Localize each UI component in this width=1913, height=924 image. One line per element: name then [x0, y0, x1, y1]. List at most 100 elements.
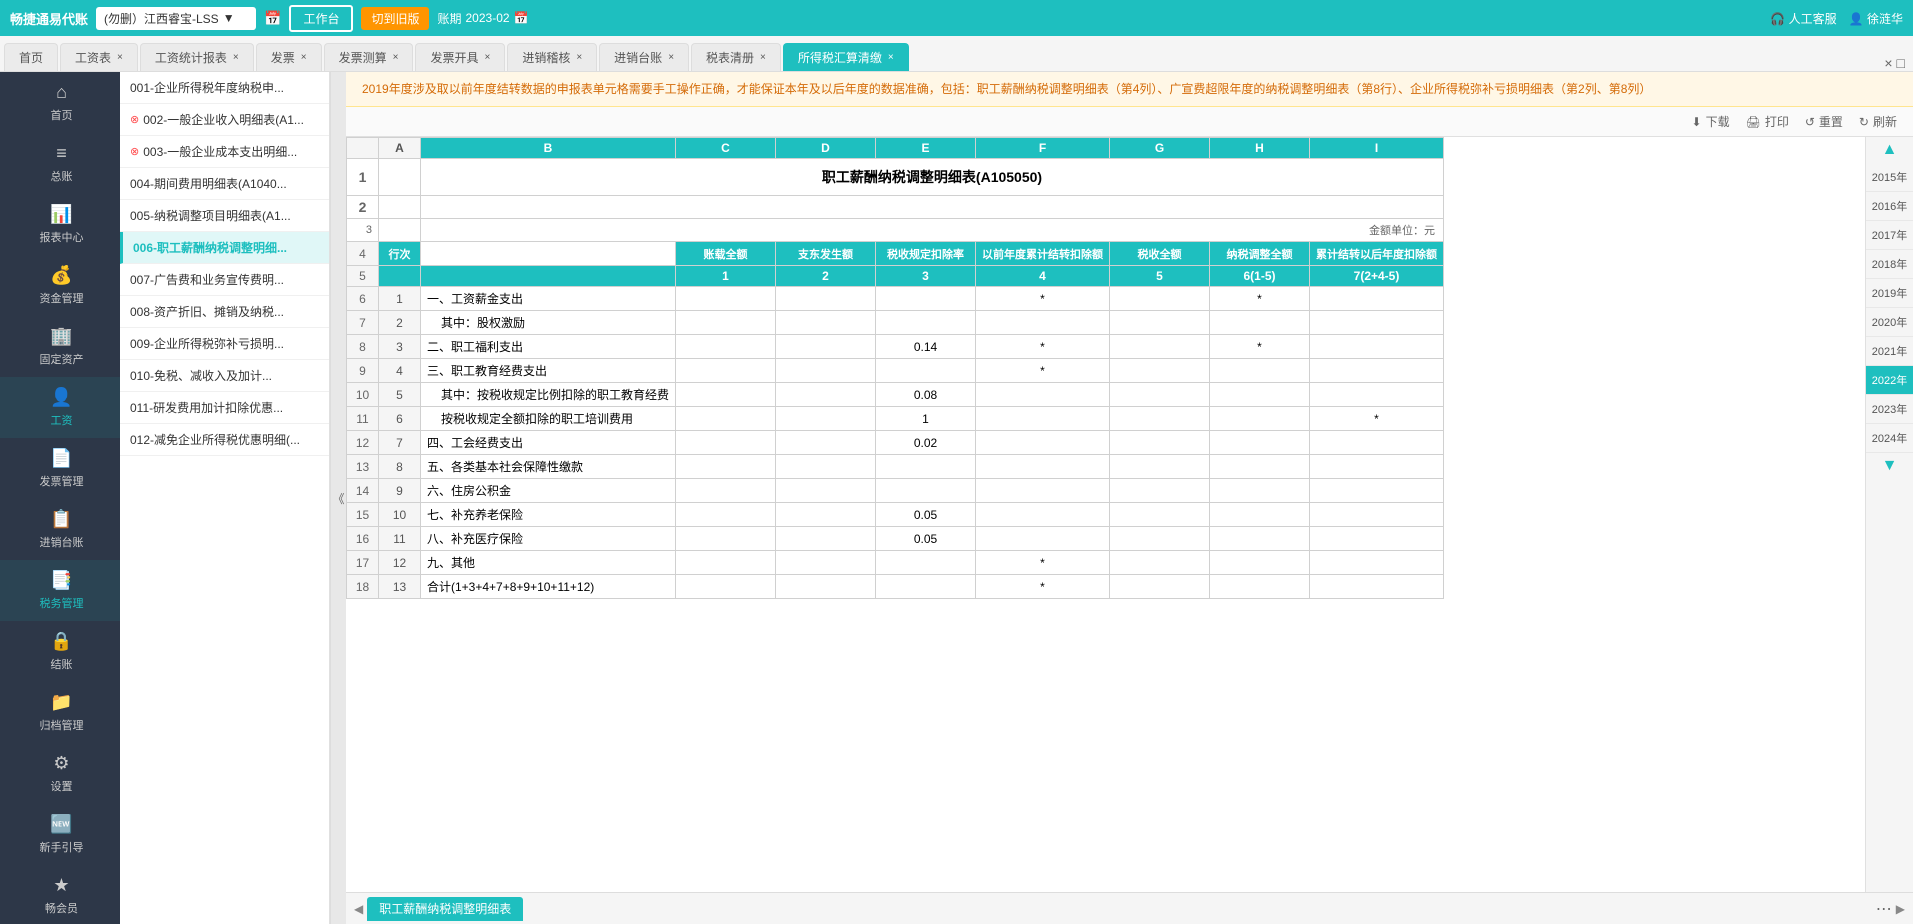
table-row: 18 13 合计(1+3+4+7+8+9+10+11+12) *: [347, 575, 1444, 599]
col-header-2: 支东发生额: [776, 242, 876, 266]
year-2021[interactable]: 2021年: [1866, 337, 1913, 366]
year-nav-up[interactable]: ▲: [1866, 137, 1913, 163]
close-icon[interactable]: ×: [301, 52, 307, 63]
year-2022[interactable]: 2022年: [1866, 366, 1913, 395]
form-list-item-002[interactable]: ⊗ 002-一般企业收入明细表(A1...: [120, 104, 329, 136]
print-button[interactable]: 🖨 打印: [1746, 113, 1789, 130]
sub-header-1: 1: [676, 266, 776, 287]
panel-collapse-button[interactable]: 《: [330, 72, 346, 924]
scroll-left-icon[interactable]: ◀: [354, 902, 363, 916]
home-icon: ⌂: [56, 82, 67, 103]
year-2023[interactable]: 2023年: [1866, 395, 1913, 424]
tab-expand-button[interactable]: □: [1897, 55, 1905, 71]
tab-home[interactable]: 首页: [4, 43, 58, 71]
sidebar-item-ledger[interactable]: ≡ 总账: [0, 133, 120, 194]
sidebar-item-closing[interactable]: 🔒 结账: [0, 621, 120, 682]
scroll-right-icon[interactable]: ▶: [1896, 902, 1905, 916]
company-selector[interactable]: (勿删）江西睿宝-LSS ▼: [96, 7, 256, 30]
download-button[interactable]: ⬇ 下载: [1692, 113, 1730, 130]
form-list-item-010[interactable]: 010-免税、减收入及加计...: [120, 360, 329, 392]
sidebar-item-member[interactable]: ★ 畅会员: [0, 865, 120, 924]
close-icon[interactable]: ×: [576, 52, 582, 63]
chevron-down-icon: ▼: [223, 11, 235, 25]
sidebar-item-asset-mgmt[interactable]: 💰 资金管理: [0, 255, 120, 316]
col-header-3: 税收规定扣除率: [876, 242, 976, 266]
close-icon[interactable]: ×: [668, 52, 674, 63]
reset-button[interactable]: ↺ 重置: [1805, 113, 1843, 130]
form-list-item-009[interactable]: 009-企业所得税弥补亏损明...: [120, 328, 329, 360]
form-list-item-012[interactable]: 012-减免企业所得税优惠明细(...: [120, 424, 329, 456]
bottom-tab-menu[interactable]: ⋯: [1876, 899, 1892, 919]
tab-close-button[interactable]: ×: [1884, 55, 1892, 71]
sidebar-item-invoice[interactable]: 📄 发票管理: [0, 438, 120, 499]
tab-invoice-open[interactable]: 发票开具 ×: [415, 43, 505, 71]
back-to-old-button[interactable]: 切到旧版: [361, 7, 429, 30]
form-list-item-008[interactable]: 008-资产折旧、摊销及纳税...: [120, 296, 329, 328]
close-icon[interactable]: ×: [233, 52, 239, 63]
sidebar-item-fixed-asset[interactable]: 🏢 固定资产: [0, 316, 120, 377]
year-nav-down[interactable]: ▼: [1866, 453, 1913, 479]
form-list-item-004[interactable]: 004-期间费用明细表(A1040...: [120, 168, 329, 200]
tab-sales-ledger[interactable]: 进销台账 ×: [599, 43, 689, 71]
tab-payroll-stats[interactable]: 工资统计报表 ×: [140, 43, 254, 71]
form-list-item-011[interactable]: 011-研发费用加计扣除优惠...: [120, 392, 329, 424]
form-list-item-001[interactable]: 001-企业所得税年度纳税申...: [120, 72, 329, 104]
sub-header-2: 2: [776, 266, 876, 287]
sidebar-item-settings[interactable]: ⚙ 设置: [0, 743, 120, 804]
sidebar-item-tax[interactable]: 📑 税务管理: [0, 560, 120, 621]
form-list-item-007[interactable]: 007-广告费和业务宣传费明...: [120, 264, 329, 296]
tab-payroll[interactable]: 工资表 ×: [60, 43, 138, 71]
workspace-button[interactable]: 工作台: [289, 5, 353, 32]
year-2020[interactable]: 2020年: [1866, 308, 1913, 337]
row-num-5: 5: [347, 266, 379, 287]
sidebar-item-report[interactable]: 📊 报表中心: [0, 194, 120, 255]
form-list-item-005[interactable]: 005-纳税调整项目明细表(A1...: [120, 200, 329, 232]
tab-tax-list[interactable]: 税表清册 ×: [691, 43, 781, 71]
form-list-item-003[interactable]: ⊗ 003-一般企业成本支出明细...: [120, 136, 329, 168]
gear-icon: ⚙: [53, 753, 69, 774]
form-list-item-006[interactable]: 006-职工薪酬纳税调整明细...: [120, 232, 329, 264]
person-icon: 👤: [50, 387, 72, 408]
error-icon: ⊗: [130, 113, 139, 126]
sub-header-5: 5: [1110, 266, 1210, 287]
year-2017[interactable]: 2017年: [1866, 221, 1913, 250]
tab-invoice-calc[interactable]: 发票测算 ×: [324, 43, 414, 71]
tab-verify[interactable]: 进销稽核 ×: [507, 43, 597, 71]
tab-invoice[interactable]: 发票 ×: [256, 43, 322, 71]
user-avatar[interactable]: 👤 徐涟华: [1849, 10, 1903, 27]
row-num-header: [347, 138, 379, 159]
col-label-E: E: [876, 138, 976, 159]
year-2024[interactable]: 2024年: [1866, 424, 1913, 453]
close-icon[interactable]: ×: [393, 52, 399, 63]
year-2015[interactable]: 2015年: [1866, 163, 1913, 192]
table-title: 职工薪酬纳税调整明细表(A105050): [421, 159, 1444, 196]
col-header-item: 项 目: [421, 242, 676, 266]
close-icon[interactable]: ×: [117, 52, 123, 63]
report-icon: 📊: [50, 204, 72, 225]
sidebar-item-home[interactable]: ⌂ 首页: [0, 72, 120, 133]
year-2019[interactable]: 2019年: [1866, 279, 1913, 308]
close-icon[interactable]: ×: [484, 52, 490, 63]
bottom-tab-active[interactable]: 职工薪酬纳税调整明细表: [367, 897, 523, 921]
table-row: 12 7 四、工会经费支出 0.02: [347, 431, 1444, 455]
refresh-button[interactable]: ↻ 刷新: [1859, 113, 1897, 130]
close-icon[interactable]: ×: [888, 52, 894, 63]
fund-icon: 💰: [50, 265, 72, 286]
sidebar-item-guide[interactable]: 🆕 新手引导: [0, 804, 120, 865]
row-num-1: 1: [347, 159, 379, 196]
tab-income-tax[interactable]: 所得税汇算清缴 ×: [783, 43, 909, 71]
close-icon[interactable]: ×: [760, 52, 766, 63]
year-2016[interactable]: 2016年: [1866, 192, 1913, 221]
col-header-6: 纳税调整全额: [1210, 242, 1310, 266]
year-2018[interactable]: 2018年: [1866, 250, 1913, 279]
sidebar-item-archive[interactable]: 📁 归档管理: [0, 682, 120, 743]
refresh-icon: ↻: [1859, 115, 1869, 129]
sales-icon: 📋: [50, 509, 72, 530]
spreadsheet-wrapper[interactable]: A B C D E F G H I 1: [346, 137, 1865, 892]
sidebar-item-sales[interactable]: 📋 进销台账: [0, 499, 120, 560]
customer-service[interactable]: 🎧 人工客服: [1770, 10, 1836, 27]
row-num-2: 2: [347, 196, 379, 219]
sidebar-item-payroll[interactable]: 👤 工资: [0, 377, 120, 438]
calendar-icon[interactable]: 📅: [264, 10, 281, 27]
calendar-period-icon[interactable]: 📅: [514, 11, 529, 25]
